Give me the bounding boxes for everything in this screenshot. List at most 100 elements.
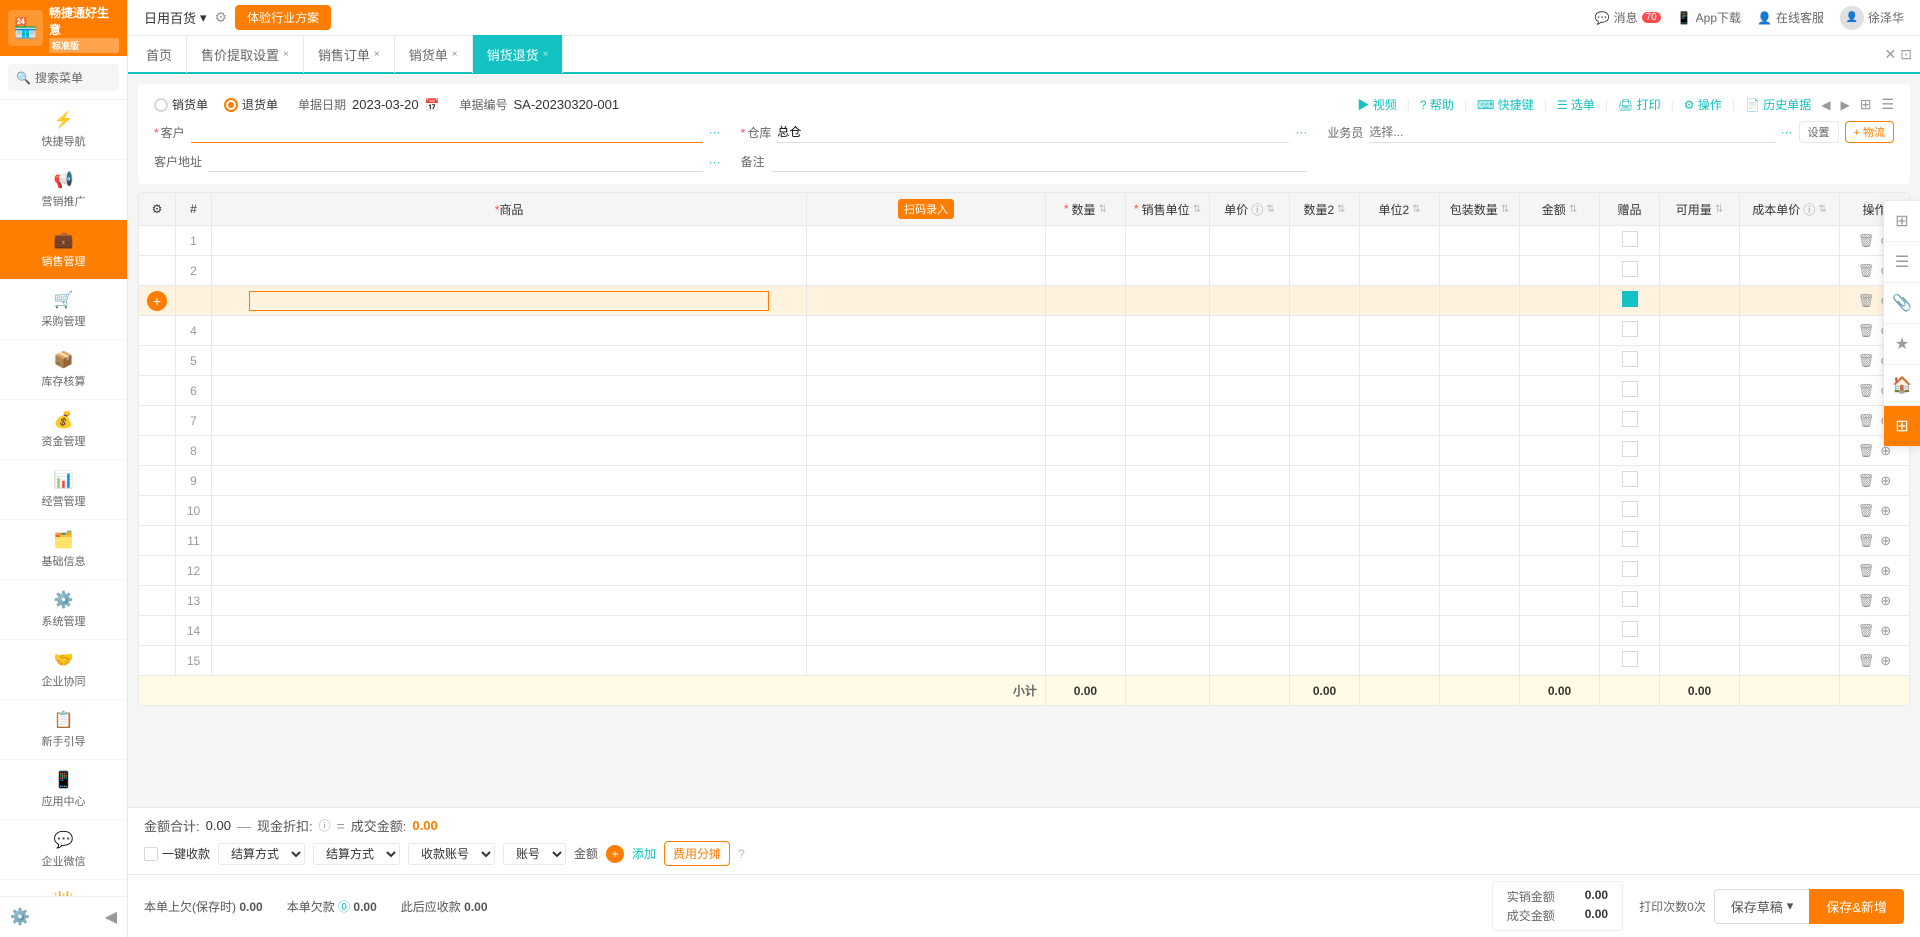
sidebar-item-system[interactable]: ⚙️ 系统管理 bbox=[0, 580, 127, 640]
sidebar-item-purchase[interactable]: 🛒 采购管理 bbox=[0, 280, 127, 340]
td-qty2-1[interactable] bbox=[1290, 226, 1360, 256]
rft-item-6[interactable]: ⊞ bbox=[1884, 406, 1920, 446]
copy-row-13-button[interactable]: ⊕ bbox=[1880, 593, 1891, 609]
settlement-method-select[interactable]: 结算方式 bbox=[218, 843, 305, 865]
td-unit2-1[interactable] bbox=[1360, 226, 1440, 256]
td-product-9[interactable] bbox=[212, 466, 807, 496]
save-draft-dropdown-icon[interactable]: ▾ bbox=[1787, 898, 1794, 914]
next-record-button[interactable]: ▶ bbox=[1840, 98, 1849, 112]
warehouse-select-button[interactable]: ··· bbox=[1295, 125, 1307, 139]
sidebar-item-cooperation[interactable]: 🤝 企业协同 bbox=[0, 640, 127, 700]
tab-price-setting[interactable]: 售价提取设置 × bbox=[187, 35, 304, 73]
sidebar-item-quick-nav[interactable]: ⚡ 快捷导航 bbox=[0, 100, 127, 160]
delete-row-13-button[interactable]: 🗑 bbox=[1858, 593, 1875, 609]
td-pkg-2[interactable] bbox=[1440, 256, 1520, 286]
grid-view-button[interactable]: ⊞ bbox=[1860, 96, 1872, 113]
copy-row-9-button[interactable]: ⊕ bbox=[1880, 473, 1891, 489]
td-unit-1[interactable] bbox=[1125, 226, 1209, 256]
action-history[interactable]: 📄 历史单据 bbox=[1745, 96, 1811, 113]
td-product-11[interactable] bbox=[212, 526, 807, 556]
gift-checkbox-14[interactable] bbox=[1622, 621, 1638, 637]
tab-sales-return-close[interactable]: × bbox=[543, 49, 549, 60]
rft-item-4[interactable]: ★ bbox=[1884, 324, 1920, 365]
pkg-sort-icon[interactable]: ⇅ bbox=[1501, 204, 1509, 215]
action-print[interactable]: 🖨 打印 bbox=[1618, 96, 1661, 113]
gift-checkbox-10[interactable] bbox=[1622, 501, 1638, 517]
gift-checkbox-6[interactable] bbox=[1622, 381, 1638, 397]
copy-row-15-button[interactable]: ⊕ bbox=[1880, 653, 1891, 669]
qty-sort-icon[interactable]: ⇅ bbox=[1099, 204, 1107, 215]
customer-select-button[interactable]: ··· bbox=[709, 125, 721, 139]
calendar-icon[interactable]: 📅 bbox=[425, 98, 440, 112]
cost-sort-icon[interactable]: ⇅ bbox=[1818, 204, 1826, 215]
td-product-6[interactable] bbox=[212, 376, 807, 406]
gift-checkbox-4[interactable] bbox=[1622, 321, 1638, 337]
gift-checkbox-1[interactable] bbox=[1622, 231, 1638, 247]
tab-sales-order[interactable]: 销售订单 × bbox=[304, 35, 395, 73]
account-number-select[interactable]: 账号 bbox=[503, 843, 566, 865]
collapse-sidebar-button[interactable]: ◀ bbox=[105, 907, 117, 927]
nav-selector[interactable]: 日用百货 ▾ bbox=[144, 8, 207, 27]
copy-row-12-button[interactable]: ⊕ bbox=[1880, 563, 1891, 579]
address-select-button[interactable]: ··· bbox=[709, 155, 721, 169]
gift-checkbox-3[interactable] bbox=[1622, 291, 1638, 307]
delete-row-15-button[interactable]: 🗑 bbox=[1858, 653, 1875, 669]
tab-price-setting-close[interactable]: × bbox=[283, 49, 289, 60]
cost-info-icon[interactable]: ⓘ bbox=[1803, 201, 1815, 218]
list-view-button[interactable]: ☰ bbox=[1881, 96, 1894, 113]
td-unit-3[interactable] bbox=[1125, 286, 1209, 316]
td-pkg-1[interactable] bbox=[1440, 226, 1520, 256]
qty2-sort-icon[interactable]: ⇅ bbox=[1337, 204, 1345, 215]
settings-bottom-button[interactable]: ⚙️ bbox=[10, 907, 30, 927]
save-draft-button[interactable]: 保存草稿 ▾ bbox=[1714, 889, 1810, 924]
action-help[interactable]: ? 帮助 bbox=[1420, 96, 1454, 113]
tab-sales-return[interactable]: 销货退货 × bbox=[473, 35, 564, 73]
save-new-button[interactable]: 保存&新增 bbox=[1809, 889, 1904, 924]
sidebar-item-basic[interactable]: 🗂️ 基础信息 bbox=[0, 520, 127, 580]
rft-item-1[interactable]: ⊞ bbox=[1884, 201, 1920, 242]
td-unit2-3[interactable] bbox=[1360, 286, 1440, 316]
th-gear[interactable]: ⚙ bbox=[139, 193, 176, 226]
radio-return[interactable]: 退货单 bbox=[224, 96, 278, 113]
td-qty2-2[interactable] bbox=[1290, 256, 1360, 286]
address-input[interactable] bbox=[208, 151, 703, 172]
app-download-button[interactable]: 📱 App下载 bbox=[1677, 9, 1741, 26]
add-payment-row-button[interactable]: + bbox=[606, 845, 624, 863]
sidebar-item-operations[interactable]: 📊 经营管理 bbox=[0, 460, 127, 520]
customer-input[interactable] bbox=[191, 122, 703, 143]
expense-split-button[interactable]: 费用分摊 bbox=[664, 841, 730, 866]
delete-row-10-button[interactable]: 🗑 bbox=[1858, 503, 1875, 519]
amount-sort-icon[interactable]: ⇅ bbox=[1569, 204, 1577, 215]
trial-button[interactable]: 体验行业方案 bbox=[235, 5, 331, 30]
sidebar-item-finance[interactable]: 💰 资金管理 bbox=[0, 400, 127, 460]
action-select[interactable]: ☰ 选单 bbox=[1557, 96, 1595, 113]
td-price-3[interactable] bbox=[1210, 286, 1290, 316]
td-qty-1[interactable] bbox=[1045, 226, 1125, 256]
calculation-method-select[interactable]: 结算方式 bbox=[313, 843, 400, 865]
td-product-15[interactable] bbox=[212, 646, 807, 676]
td-product-13[interactable] bbox=[212, 586, 807, 616]
tab-home[interactable]: 首页 bbox=[132, 35, 187, 73]
sidebar-item-inventory[interactable]: 📦 库存核算 bbox=[0, 340, 127, 400]
barcode-scan-button[interactable]: 扫码录入 bbox=[898, 199, 954, 219]
td-qty-2[interactable] bbox=[1045, 256, 1125, 286]
unit2-sort-icon[interactable]: ⇅ bbox=[1412, 204, 1420, 215]
td-gift-2[interactable] bbox=[1600, 256, 1660, 286]
delete-row-5-button[interactable]: 🗑 bbox=[1858, 353, 1875, 369]
gift-checkbox-9[interactable] bbox=[1622, 471, 1638, 487]
td-gear-3[interactable]: + bbox=[139, 286, 176, 316]
gift-checkbox-5[interactable] bbox=[1622, 351, 1638, 367]
expand-tabs-button[interactable]: ⊡ bbox=[1900, 46, 1912, 63]
remark-input[interactable] bbox=[771, 151, 1308, 172]
sidebar-item-marketing[interactable]: 📢 营销推广 bbox=[0, 160, 127, 220]
expense-help-icon[interactable]: ? bbox=[738, 847, 745, 861]
close-all-tabs-button[interactable]: ✕ bbox=[1885, 46, 1897, 63]
td-product-12[interactable] bbox=[212, 556, 807, 586]
td-qty-3[interactable] bbox=[1045, 286, 1125, 316]
tab-sales-delivery-close[interactable]: × bbox=[452, 49, 458, 60]
copy-row-14-button[interactable]: ⊕ bbox=[1880, 623, 1891, 639]
td-price-1[interactable] bbox=[1210, 226, 1290, 256]
sidebar-item-sales[interactable]: 💼 销售管理 bbox=[0, 220, 127, 280]
td-qty2-3[interactable] bbox=[1290, 286, 1360, 316]
topbar-settings-button[interactable]: ⚙ bbox=[215, 9, 228, 26]
